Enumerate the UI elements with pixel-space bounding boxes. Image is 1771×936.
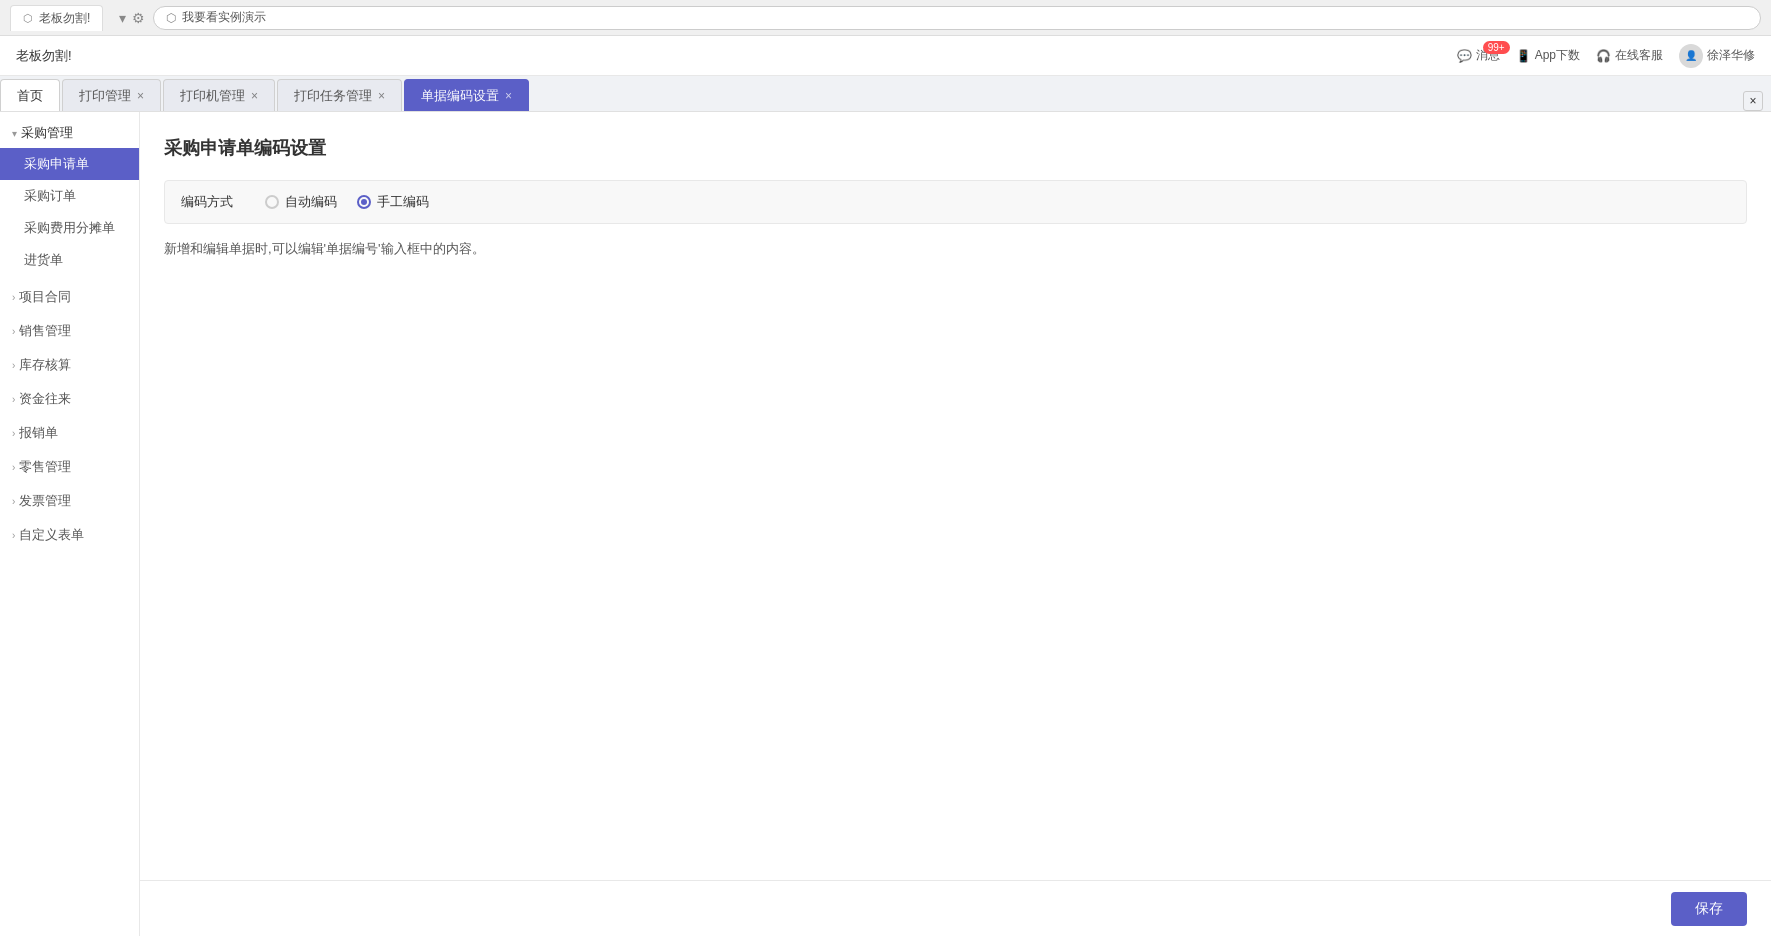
sidebar-item-stock-in-label: 进货单 [24, 252, 63, 267]
sidebar-group-project-label: 项目合同 [19, 288, 71, 306]
radio-group: 自动编码 手工编码 [265, 193, 429, 211]
sidebar-group-sales[interactable]: › 销售管理 [0, 314, 139, 348]
main-layout: ▾ 采购管理 采购申请单 采购订单 采购费用分摊单 进货单 › 项目合同 › 销… [0, 112, 1771, 936]
chevron-right-icon-invoice: › [12, 496, 15, 507]
chevron-right-icon-expense: › [12, 428, 15, 439]
manual-code-radio-circle [357, 195, 371, 209]
browser-bar: ⬡ 老板勿割! ▾ ⚙ ⬡ 我要看实例演示 [0, 0, 1771, 36]
sidebar: ▾ 采购管理 采购申请单 采购订单 采购费用分摊单 进货单 › 项目合同 › 销… [0, 112, 140, 936]
chevron-right-icon-retail: › [12, 462, 15, 473]
tab-print-task-management[interactable]: 打印任务管理 × [277, 79, 402, 111]
avatar: 👤 [1679, 44, 1703, 68]
sidebar-group-project[interactable]: › 项目合同 [0, 280, 139, 314]
user-menu[interactable]: 👤 徐泽华修 [1679, 44, 1755, 68]
sidebar-group-custom-form[interactable]: › 自定义表单 [0, 518, 139, 552]
online-service-label: 在线客服 [1615, 47, 1663, 64]
tab-home-label: 首页 [17, 87, 43, 105]
dropdown-icon[interactable]: ▾ [119, 10, 126, 26]
header-title: 老板勿割! [16, 47, 72, 65]
sidebar-item-purchase-order-label: 采购订单 [24, 188, 76, 203]
browser-tab[interactable]: ⬡ 老板勿割! [10, 5, 103, 31]
chevron-right-icon: › [12, 292, 15, 303]
message-button[interactable]: 💬 消息 99+ [1457, 47, 1500, 64]
sidebar-group-custom-form-label: 自定义表单 [19, 526, 84, 544]
app-download-button[interactable]: 📱 App下数 [1516, 47, 1580, 64]
tab-home[interactable]: 首页 [0, 79, 60, 111]
tab-printer-management-label: 打印机管理 [180, 87, 245, 105]
download-icon: 📱 [1516, 49, 1531, 63]
sidebar-group-expense-claim[interactable]: › 报销单 [0, 416, 139, 450]
sidebar-group-retail-label: 零售管理 [19, 458, 71, 476]
tab-close-print-task[interactable]: × [378, 89, 385, 103]
sidebar-group-purchase-title[interactable]: ▾ 采购管理 [0, 116, 139, 148]
sidebar-group-funds[interactable]: › 资金往来 [0, 382, 139, 416]
page-title: 采购申请单编码设置 [164, 136, 1747, 160]
sidebar-item-purchase-request-label: 采购申请单 [24, 156, 89, 171]
tab-encoding-settings-label: 单据编码设置 [421, 87, 499, 105]
sidebar-group-invoice-label: 发票管理 [19, 492, 71, 510]
auto-code-radio[interactable]: 自动编码 [265, 193, 337, 211]
chevron-right-icon-sales: › [12, 326, 15, 337]
sidebar-group-purchase-label: 采购管理 [21, 124, 73, 142]
sidebar-item-purchase-order[interactable]: 采购订单 [0, 180, 139, 212]
tab-print-management[interactable]: 打印管理 × [62, 79, 161, 111]
tab-bar-close-button[interactable]: × [1743, 91, 1763, 111]
info-text: 新增和编辑单据时,可以编辑'单据编号'输入框中的内容。 [164, 240, 1747, 258]
browser-address-bar[interactable]: ⬡ 我要看实例演示 [153, 6, 1761, 30]
content-area: 采购申请单编码设置 编码方式 自动编码 手工编码 新增和编辑单据时,可以编辑'单… [140, 112, 1771, 936]
app-header: 老板勿割! 💬 消息 99+ 📱 App下数 🎧 在线客服 👤 徐泽华修 [0, 36, 1771, 76]
content-footer: 保存 [140, 880, 1771, 936]
sidebar-item-purchase-expense-label: 采购费用分摊单 [24, 220, 115, 235]
tab-print-management-label: 打印管理 [79, 87, 131, 105]
sidebar-item-purchase-expense[interactable]: 采购费用分摊单 [0, 212, 139, 244]
tab-icon: ⬡ [23, 12, 33, 25]
chevron-right-icon-inventory: › [12, 360, 15, 371]
tab-bar: 首页 打印管理 × 打印机管理 × 打印任务管理 × 单据编码设置 × × [0, 76, 1771, 112]
chevron-right-icon-funds: › [12, 394, 15, 405]
browser-tab-title: 老板勿割! [39, 10, 90, 27]
sidebar-group-invoice[interactable]: › 发票管理 [0, 484, 139, 518]
service-icon: 🎧 [1596, 49, 1611, 63]
sidebar-group-inventory-label: 库存核算 [19, 356, 71, 374]
sidebar-group-inventory[interactable]: › 库存核算 [0, 348, 139, 382]
content-main: 采购申请单编码设置 编码方式 自动编码 手工编码 新增和编辑单据时,可以编辑'单… [140, 112, 1771, 880]
manual-code-radio[interactable]: 手工编码 [357, 193, 429, 211]
sidebar-group-sales-label: 销售管理 [19, 322, 71, 340]
tab-encoding-settings[interactable]: 单据编码设置 × [404, 79, 529, 111]
sidebar-item-stock-in[interactable]: 进货单 [0, 244, 139, 276]
encoding-label: 编码方式 [181, 193, 241, 211]
address-text: 我要看实例演示 [182, 9, 266, 26]
settings-icon[interactable]: ⚙ [132, 10, 145, 26]
message-badge: 99+ [1483, 41, 1510, 54]
sidebar-group-retail[interactable]: › 零售管理 [0, 450, 139, 484]
app-download-label: App下数 [1535, 47, 1580, 64]
header-right: 💬 消息 99+ 📱 App下数 🎧 在线客服 👤 徐泽华修 [1457, 44, 1755, 68]
browser-controls: ▾ ⚙ [119, 10, 145, 26]
chevron-right-icon-custom: › [12, 530, 15, 541]
tab-close-printer-management[interactable]: × [251, 89, 258, 103]
message-icon: 💬 [1457, 49, 1472, 63]
user-name: 徐泽华修 [1707, 47, 1755, 64]
tab-close-print-management[interactable]: × [137, 89, 144, 103]
save-button[interactable]: 保存 [1671, 892, 1747, 926]
header-left: 老板勿割! [16, 47, 72, 65]
page-icon: ⬡ [166, 11, 176, 25]
sidebar-group-expense-claim-label: 报销单 [19, 424, 58, 442]
sidebar-item-purchase-request[interactable]: 采购申请单 [0, 148, 139, 180]
auto-code-radio-circle [265, 195, 279, 209]
online-service-button[interactable]: 🎧 在线客服 [1596, 47, 1663, 64]
sidebar-group-funds-label: 资金往来 [19, 390, 71, 408]
auto-code-label: 自动编码 [285, 193, 337, 211]
chevron-down-icon: ▾ [12, 128, 17, 139]
sidebar-group-purchase: ▾ 采购管理 采购申请单 采购订单 采购费用分摊单 进货单 [0, 112, 139, 280]
tab-printer-management[interactable]: 打印机管理 × [163, 79, 275, 111]
manual-code-label: 手工编码 [377, 193, 429, 211]
tab-close-encoding[interactable]: × [505, 89, 512, 103]
tab-print-task-management-label: 打印任务管理 [294, 87, 372, 105]
encoding-row: 编码方式 自动编码 手工编码 [164, 180, 1747, 224]
